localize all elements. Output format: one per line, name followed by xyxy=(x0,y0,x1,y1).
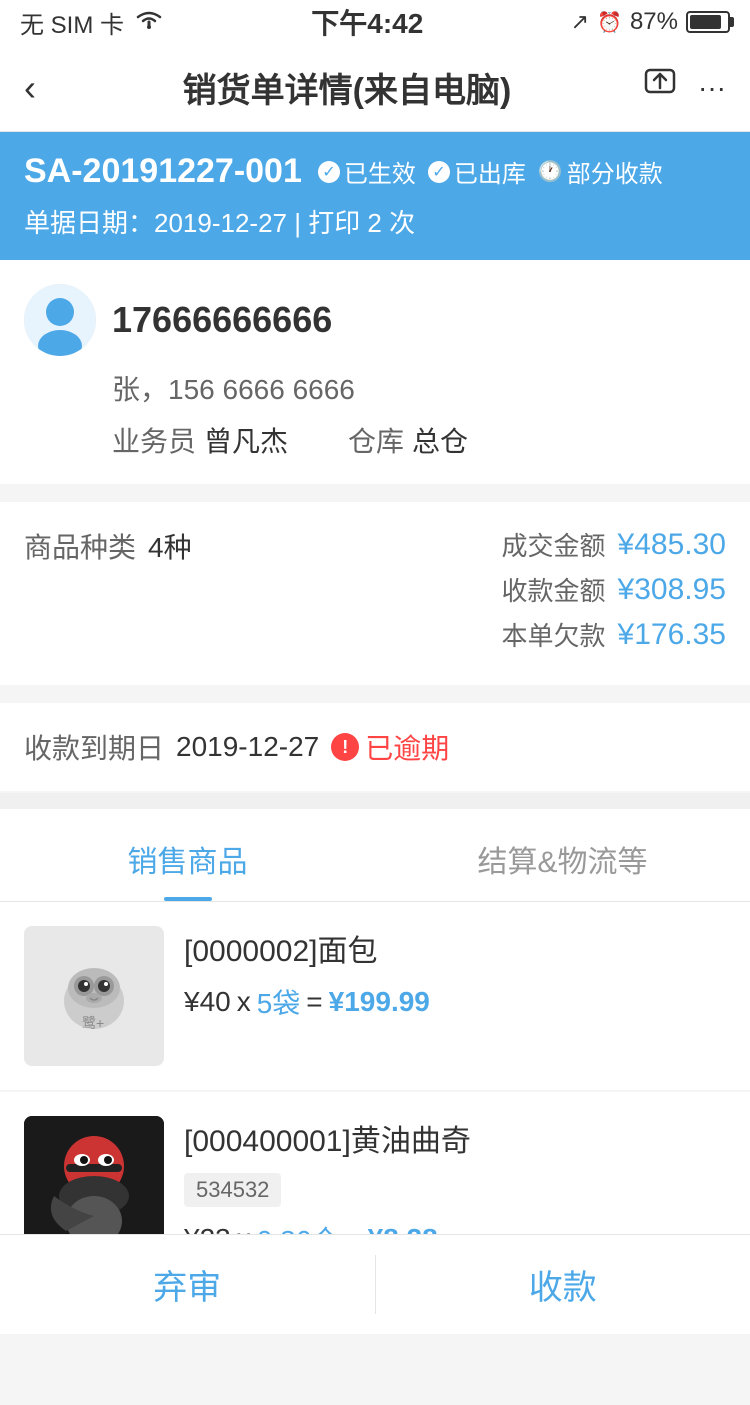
nav-bar: ‹ 销货单详情(来自电脑) ··· xyxy=(0,44,750,132)
salesperson-value: 曾凡杰 xyxy=(204,420,288,460)
product-price-row-1: ¥40 x 5袋 = ¥199.99 xyxy=(184,982,726,1022)
location-icon: ↗ xyxy=(571,9,589,35)
divider-1 xyxy=(0,486,750,502)
alarm-icon: ⏰ xyxy=(597,10,622,35)
product-total-1: ¥199.99 xyxy=(329,986,430,1018)
owed-label: 本单欠款 xyxy=(502,616,606,653)
received-label: 收款金额 xyxy=(502,571,606,608)
status-tag-effective: ✓ 已生效 xyxy=(318,154,416,189)
customer-detail: 张，156 6666 6666 xyxy=(24,368,726,408)
battery-percent: 87% xyxy=(630,8,678,36)
amount-value: ¥485.30 xyxy=(618,528,726,562)
product-price-1: ¥40 xyxy=(184,986,231,1018)
overdue-icon: ! xyxy=(331,733,359,761)
status-right: ↗ ⏰ 87% xyxy=(571,8,730,36)
salesperson-label: 业务员 xyxy=(112,420,196,460)
status-time: 下午4:42 xyxy=(311,2,423,42)
battery-icon xyxy=(686,11,730,33)
customer-section: 17666666666 张，156 6666 6666 业务员 曾凡杰 仓库 总… xyxy=(0,260,750,484)
avatar xyxy=(24,284,96,356)
type-label: 商品种类 xyxy=(24,526,136,566)
product-thumb-1: 鹭+ xyxy=(24,926,164,1066)
status-tag-shipped: ✓ 已出库 xyxy=(428,154,526,189)
due-label: 收款到期日 xyxy=(24,727,164,767)
nav-actions: ··· xyxy=(642,66,726,109)
due-section: 收款到期日 2019-12-27 ! 已逾期 xyxy=(0,703,750,791)
nav-title: 销货单详情(来自电脑) xyxy=(52,63,642,112)
products-list: 鹭+ [0000002]面包 ¥40 x 5袋 = ¥199.99 xyxy=(0,902,750,1283)
order-id: SA-20191227-001 xyxy=(24,152,302,191)
due-date: 2019-12-27 xyxy=(176,731,319,763)
product-qty-1: 5袋 xyxy=(257,982,301,1022)
wifi-icon xyxy=(134,8,164,37)
divider-2 xyxy=(0,687,750,703)
received-value: ¥308.95 xyxy=(618,573,726,607)
tabs-container: 销售商品 结算&物流等 xyxy=(0,809,750,902)
divider-3 xyxy=(0,793,750,809)
product-tag-2: 534532 xyxy=(184,1173,281,1207)
product-name-1: [0000002]面包 xyxy=(184,926,726,970)
product-item-1: 鹭+ [0000002]面包 ¥40 x 5袋 = ¥199.99 xyxy=(0,902,750,1090)
more-button[interactable]: ··· xyxy=(698,72,726,104)
amount-label: 成交金额 xyxy=(502,526,606,563)
multiply-1: x xyxy=(237,986,251,1018)
amounts-section: 成交金额 ¥485.30 收款金额 ¥308.95 本单欠款 ¥176.35 xyxy=(502,526,726,661)
status-tag-partial: 🕐 部分收款 xyxy=(538,154,663,189)
owed-value: ¥176.35 xyxy=(618,618,726,652)
cancel-button[interactable]: 弃审 xyxy=(0,1235,375,1334)
back-button[interactable]: ‹ xyxy=(24,67,36,109)
bottom-bar: 弃审 收款 xyxy=(0,1234,750,1334)
customer-id: 17666666666 xyxy=(112,299,332,341)
overdue-text: 已逾期 xyxy=(365,727,449,767)
carrier-label: 无 SIM 卡 xyxy=(20,5,124,40)
product-name-2: [000400001]黄油曲奇 xyxy=(184,1116,726,1160)
confirm-button[interactable]: 收款 xyxy=(376,1235,750,1334)
tab-settlement[interactable]: 结算&物流等 xyxy=(375,809,750,901)
warehouse-value: 总仓 xyxy=(412,420,468,460)
product-info-1: [0000002]面包 ¥40 x 5袋 = ¥199.99 xyxy=(184,926,726,1022)
status-tags: ✓ 已生效 ✓ 已出库 🕐 部分收款 xyxy=(318,154,663,189)
header-banner: SA-20191227-001 ✓ 已生效 ✓ 已出库 🕐 部分收款 单据日期：… xyxy=(0,132,750,260)
warehouse-label: 仓库 xyxy=(348,420,404,460)
svg-text:鹭+: 鹭+ xyxy=(82,1015,104,1031)
order-date: 单据日期：2019-12-27 | 打印 2 次 xyxy=(24,203,726,240)
tab-products[interactable]: 销售商品 xyxy=(0,809,375,901)
equals-1: = xyxy=(306,986,322,1018)
stats-section: 商品种类 4种 成交金额 ¥485.30 收款金额 ¥308.95 本单欠款 ¥… xyxy=(0,502,750,685)
type-count: 4种 xyxy=(148,526,192,566)
status-bar: 无 SIM 卡 下午4:42 ↗ ⏰ 87% xyxy=(0,0,750,44)
customer-meta: 业务员 曾凡杰 仓库 总仓 xyxy=(24,420,726,460)
share-button[interactable] xyxy=(642,66,678,109)
status-left: 无 SIM 卡 xyxy=(20,5,164,40)
overdue-badge: ! 已逾期 xyxy=(331,727,449,767)
